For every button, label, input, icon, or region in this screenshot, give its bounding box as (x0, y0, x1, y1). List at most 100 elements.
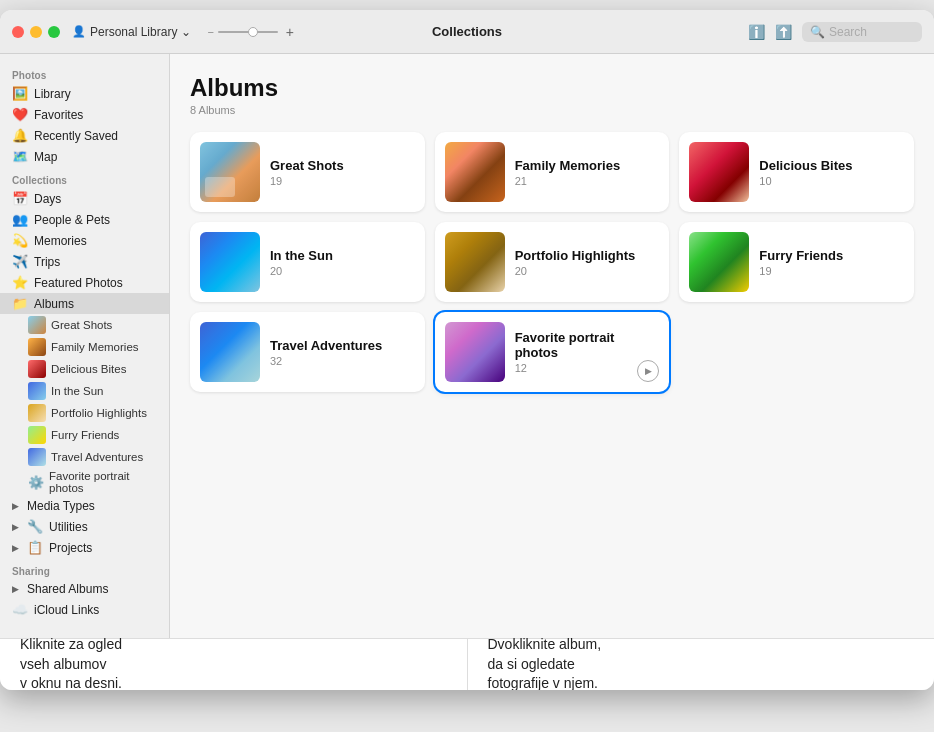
traffic-lights (12, 26, 60, 38)
sidebar-item-label: Favorite portrait photos (49, 470, 157, 494)
projects-icon: 📋 (27, 540, 43, 555)
sidebar-item-label: Projects (49, 541, 92, 555)
album-thumbnail-great-shots (200, 142, 260, 202)
sidebar-item-in-the-sun[interactable]: In the Sun (0, 380, 169, 402)
album-info: Family Memories 21 (515, 158, 660, 187)
sidebar-item-trips[interactable]: ✈️ Trips (0, 251, 169, 272)
sidebar-item-icloud-links[interactable]: ☁️ iCloud Links (0, 599, 169, 620)
sidebar-item-family-memories[interactable]: Family Memories (0, 336, 169, 358)
thumb-overlay (445, 232, 505, 292)
album-name: Family Memories (515, 158, 660, 173)
sidebar-item-label: Travel Adventures (51, 451, 143, 463)
sidebar-item-furry-friends[interactable]: Furry Friends (0, 424, 169, 446)
icloud-icon: ☁️ (12, 602, 28, 617)
plus-icon: + (286, 24, 294, 40)
album-count-badge: 20 (515, 265, 660, 277)
share-icon[interactable]: ⬆️ (775, 24, 792, 40)
person-icon: 👤 (72, 25, 86, 38)
sidebar-item-label: Family Memories (51, 341, 139, 353)
sidebar-item-label: Map (34, 150, 57, 164)
sidebar-item-label: Memories (34, 234, 87, 248)
sidebar-item-featured-photos[interactable]: ⭐ Featured Photos (0, 272, 169, 293)
sidebar-item-recently-saved[interactable]: 🔔 Recently Saved (0, 125, 169, 146)
trips-icon: ✈️ (12, 254, 28, 269)
search-box[interactable]: 🔍 (802, 22, 922, 42)
sidebar-item-label: Recently Saved (34, 129, 118, 143)
sidebar-item-label: iCloud Links (34, 603, 99, 617)
album-card-portfolio-highlights[interactable]: Portfolio Highlights 20 (435, 222, 670, 302)
album-info: In the Sun 20 (270, 248, 415, 277)
album-name: Great Shots (270, 158, 415, 173)
sidebar-item-projects[interactable]: ▶ 📋 Projects (0, 537, 169, 558)
sidebar-item-label: Albums (34, 297, 74, 311)
thumb-overlay (445, 142, 505, 202)
zoom-slider[interactable]: − + (207, 24, 294, 40)
album-card-travel-adventures[interactable]: Travel Adventures 32 (190, 312, 425, 392)
album-thumbnail-portrait (445, 322, 505, 382)
sidebar: Photos 🖼️ Library ❤️ Favorites 🔔 Recentl… (0, 54, 170, 638)
sidebar-item-favorites[interactable]: ❤️ Favorites (0, 104, 169, 125)
maximize-button[interactable] (48, 26, 60, 38)
album-name: Furry Friends (759, 248, 904, 263)
sidebar-item-label: Great Shots (51, 319, 112, 331)
sidebar-item-travel-adventures[interactable]: Travel Adventures (0, 446, 169, 468)
album-card-furry-friends[interactable]: Furry Friends 19 (679, 222, 914, 302)
sub-thumb-delicious (28, 360, 46, 378)
days-icon: 📅 (12, 191, 28, 206)
play-icon[interactable]: ▶ (637, 360, 659, 382)
album-name: Delicious Bites (759, 158, 904, 173)
sidebar-item-library[interactable]: 🖼️ Library (0, 83, 169, 104)
album-card-great-shots[interactable]: Great Shots 19 (190, 132, 425, 212)
close-button[interactable] (12, 26, 24, 38)
library-selector[interactable]: 👤 Personal Library ⌄ (72, 25, 191, 39)
library-label: Personal Library (90, 25, 177, 39)
chevron-icon: ⌄ (181, 25, 191, 39)
favorites-icon: ❤️ (12, 107, 28, 122)
sidebar-item-great-shots[interactable]: Great Shots (0, 314, 169, 336)
expand-arrow-icon: ▶ (12, 584, 19, 594)
people-pets-icon: 👥 (12, 212, 28, 227)
sidebar-item-media-types[interactable]: ▶ Media Types (0, 496, 169, 516)
page-title: Albums (190, 74, 914, 102)
album-card-family-memories[interactable]: Family Memories 21 (435, 132, 670, 212)
slider-track (218, 31, 278, 33)
album-count-badge: 32 (270, 355, 415, 367)
minimize-button[interactable] (30, 26, 42, 38)
library-icon: 🖼️ (12, 86, 28, 101)
sidebar-item-label: Trips (34, 255, 60, 269)
app-window: 👤 Personal Library ⌄ − + Collections ℹ️ … (0, 10, 934, 690)
album-card-in-the-sun[interactable]: In the Sun 20 (190, 222, 425, 302)
album-thumbnail-sun (200, 232, 260, 292)
album-card-delicious-bites[interactable]: Delicious Bites 10 (679, 132, 914, 212)
sidebar-item-label: Featured Photos (34, 276, 123, 290)
album-count: 8 Albums (190, 104, 914, 116)
annotation-area: Kliknite za ogledvseh albumovv oknu na d… (0, 638, 934, 690)
search-input[interactable] (829, 25, 909, 39)
sub-thumb-family (28, 338, 46, 356)
album-count-badge: 10 (759, 175, 904, 187)
sidebar-item-days[interactable]: 📅 Days (0, 188, 169, 209)
sidebar-item-favorite-portrait[interactable]: ⚙️ Favorite portrait photos (0, 468, 169, 496)
album-info: Great Shots 19 (270, 158, 415, 187)
thumb-overlay (445, 322, 505, 382)
sidebar-item-utilities[interactable]: ▶ 🔧 Utilities (0, 516, 169, 537)
main-content: Albums 8 Albums Great Shots 19 (170, 54, 934, 638)
sidebar-item-label: Library (34, 87, 71, 101)
sidebar-item-label: Portfolio Highlights (51, 407, 147, 419)
map-icon: 🗺️ (12, 149, 28, 164)
sidebar-item-map[interactable]: 🗺️ Map (0, 146, 169, 167)
sidebar-item-shared-albums[interactable]: ▶ Shared Albums (0, 579, 169, 599)
sidebar-item-delicious-bites[interactable]: Delicious Bites (0, 358, 169, 380)
album-info: Travel Adventures 32 (270, 338, 415, 367)
sidebar-item-albums[interactable]: 📁 Albums (0, 293, 169, 314)
sidebar-item-portfolio-highlights[interactable]: Portfolio Highlights (0, 402, 169, 424)
sidebar-item-people-pets[interactable]: 👥 People & Pets (0, 209, 169, 230)
app-body: Photos 🖼️ Library ❤️ Favorites 🔔 Recentl… (0, 54, 934, 638)
sidebar-item-memories[interactable]: 💫 Memories (0, 230, 169, 251)
sidebar-item-label: In the Sun (51, 385, 103, 397)
info-icon[interactable]: ℹ️ (748, 24, 765, 40)
album-card-favorite-portrait[interactable]: Favorite portrait photos 12 ▶ (435, 312, 670, 392)
sub-thumb-sun (28, 382, 46, 400)
album-name: In the Sun (270, 248, 415, 263)
album-name: Portfolio Highlights (515, 248, 660, 263)
